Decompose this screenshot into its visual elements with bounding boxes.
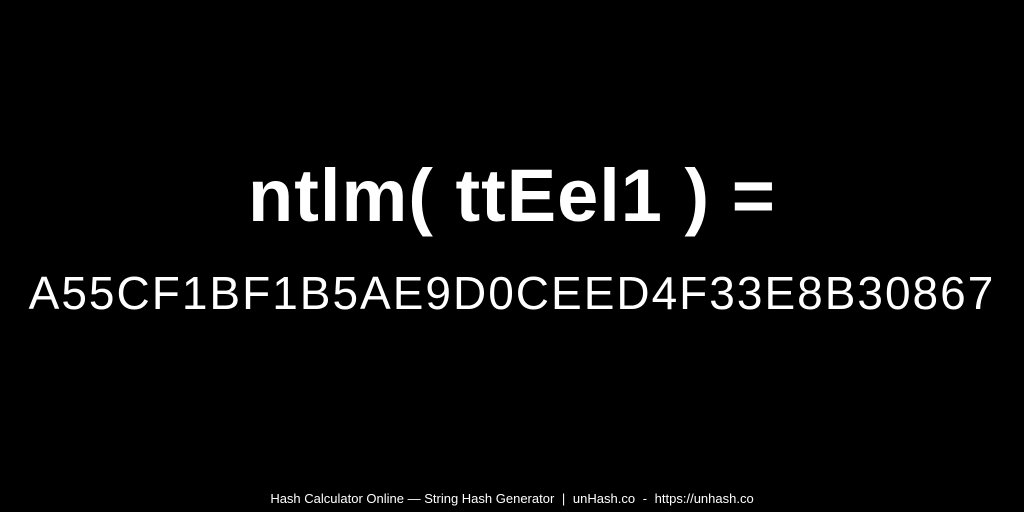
footer-separator: | [562,491,565,506]
hash-expression: ntlm( ttEel1 ) = [248,153,776,238]
footer-separator: - [643,491,647,506]
footer-title: Hash Calculator Online — String Hash Gen… [270,491,554,506]
hash-output: A55CF1BF1B5AE9D0CEED4F33E8B30867 [29,266,996,320]
footer-site-name: unHash.co [573,491,635,506]
footer-url: https://unhash.co [655,491,754,506]
footer: Hash Calculator Online — String Hash Gen… [0,491,1024,506]
main-content: ntlm( ttEel1 ) = A55CF1BF1B5AE9D0CEED4F3… [0,0,1024,512]
